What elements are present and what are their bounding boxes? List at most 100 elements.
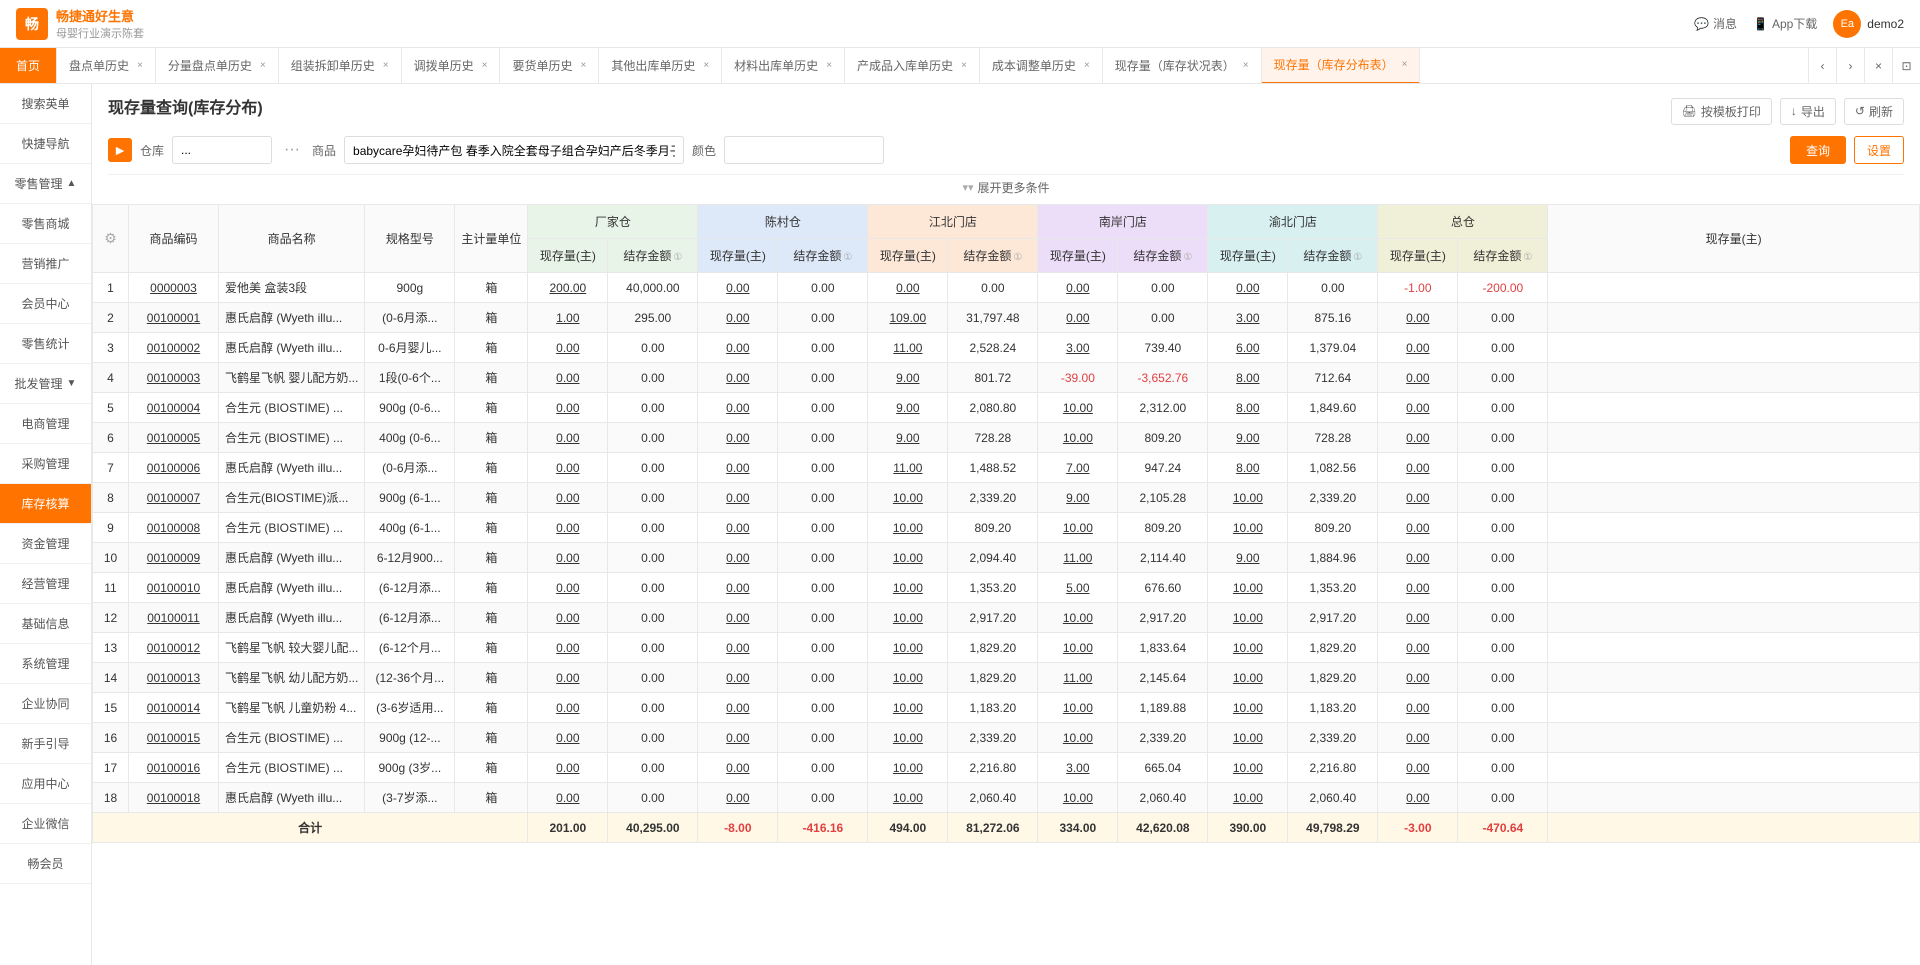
close-icon[interactable]: × (1243, 60, 1249, 71)
tab-score-count[interactable]: 分量盘点单历史 × (156, 48, 279, 84)
tab-cost-adjust[interactable]: 成本调整单历史 × (980, 48, 1103, 84)
close-icon[interactable]: × (826, 60, 832, 71)
sidebar-item-retail-mall[interactable]: 零售商城 (0, 204, 91, 244)
cell-nanan-amt: 0.00 (1118, 303, 1208, 333)
print-btn[interactable]: 🖨 按模板打印 (1671, 98, 1772, 125)
th-code: 商品编码 (129, 205, 219, 273)
cell-spec: 900g (12-... (365, 723, 455, 753)
tab-home[interactable]: 首页 (0, 48, 57, 84)
user-area[interactable]: Ea demo2 (1833, 10, 1904, 38)
tab-demand[interactable]: 要货单历史 × (500, 48, 599, 84)
query-btn[interactable]: 查询 (1790, 136, 1846, 164)
cell-factory-qty: 0.00 (528, 333, 608, 363)
goods-input[interactable] (344, 136, 684, 164)
sidebar-item-app-center[interactable]: 应用中心 (0, 764, 91, 804)
close-icon[interactable]: × (383, 60, 389, 71)
sidebar-item-marketing[interactable]: 营销推广 (0, 244, 91, 284)
sidebar-item-new-guide[interactable]: 新手引导 (0, 724, 91, 764)
tab-stock-dist[interactable]: 现存量（库存分布表） × (1262, 48, 1421, 84)
info-icon: ① (1013, 252, 1022, 263)
cell-factory-qty: 0.00 (528, 543, 608, 573)
expand-label: 展开更多条件 (978, 179, 1050, 196)
sidebar-item-corp-wechat[interactable]: 企业微信 (0, 804, 91, 844)
close-icon[interactable]: × (961, 60, 967, 71)
sidebar-item-ops[interactable]: 经营管理 (0, 564, 91, 604)
summary-chenjia-qty: -8.00 (698, 813, 778, 843)
settings-btn[interactable]: 设置 (1854, 136, 1904, 164)
cell-yubeimen-qty: 10.00 (1208, 483, 1288, 513)
cell-yubeimen-amt: 875.16 (1288, 303, 1378, 333)
cell-nanan-amt: 2,339.20 (1118, 723, 1208, 753)
cell-jiangbei-amt: 2,216.80 (948, 753, 1038, 783)
sidebar-item-sys[interactable]: 系统管理 (0, 644, 91, 684)
sidebar-item-basic[interactable]: 基础信息 (0, 604, 91, 644)
th-group-nanan: 南岸门店 (1038, 205, 1208, 239)
cell-extra-qty (1548, 513, 1920, 543)
cell-chenjia-qty: 0.00 (698, 693, 778, 723)
tab-other-out[interactable]: 其他出库单历史 × (599, 48, 722, 84)
settings-gear-icon[interactable]: ⚙ (104, 230, 117, 246)
refresh-btn[interactable]: ↺ 刷新 (1844, 98, 1904, 125)
cell-nanan-amt: 2,145.64 (1118, 663, 1208, 693)
warehouse-input[interactable] (172, 136, 272, 164)
expand-conditions[interactable]: ▾▾ 展开更多条件 (108, 174, 1904, 204)
cell-total-qty: 0.00 (1378, 333, 1458, 363)
close-icon[interactable]: × (137, 60, 143, 71)
tab-next-btn[interactable]: › (1836, 48, 1864, 84)
color-input[interactable] (724, 136, 884, 164)
tab-stock-status[interactable]: 现存量（库存状况表） × (1103, 48, 1262, 84)
tab-count-single[interactable]: 盘点单历史 × (57, 48, 156, 84)
cell-chenjia-qty: 0.00 (698, 393, 778, 423)
sidebar-item-search[interactable]: 搜索英单 (0, 84, 91, 124)
tab-close-btn[interactable]: × (1864, 48, 1892, 84)
tab-prev-btn[interactable]: ‹ (1808, 48, 1836, 84)
sidebar-item-fund[interactable]: 资金管理 (0, 524, 91, 564)
sidebar-item-wholesale[interactable]: 批发管理 ▼ (0, 364, 91, 404)
sidebar-item-member[interactable]: 会员中心 (0, 284, 91, 324)
cell-factory-amt: 0.00 (608, 693, 698, 723)
cell-code: 00100018 (129, 783, 219, 813)
cell-unit: 箱 (455, 303, 528, 333)
cell-nanan-qty: 10.00 (1038, 693, 1118, 723)
page-title: 现存量查询(库存分布) (108, 94, 263, 118)
tab-transfer[interactable]: 调拨单历史 × (402, 48, 501, 84)
cell-extra-qty (1548, 363, 1920, 393)
app-download-btn[interactable]: 📱 App下载 (1753, 15, 1817, 32)
close-icon[interactable]: × (580, 60, 586, 71)
close-icon[interactable]: × (1084, 60, 1090, 71)
warehouse-label: 仓库 (140, 142, 164, 159)
close-icon[interactable]: × (482, 60, 488, 71)
cell-yubeimen-amt: 712.64 (1288, 363, 1378, 393)
cell-nanan-amt: 1,833.64 (1118, 633, 1208, 663)
sidebar-item-stock-check[interactable]: 库存核算 (0, 484, 91, 524)
close-icon[interactable]: × (260, 60, 266, 71)
cell-total-amt: 0.00 (1458, 303, 1548, 333)
filter-toggle-btn[interactable]: ► (108, 138, 132, 162)
cell-chenjia-qty: 0.00 (698, 333, 778, 363)
export-btn[interactable]: ↓ 导出 (1780, 98, 1836, 125)
sidebar-item-vip[interactable]: 畅会员 (0, 844, 91, 884)
cell-nanan-amt: 809.20 (1118, 513, 1208, 543)
tab-expand-btn[interactable]: ⊡ (1892, 48, 1920, 84)
table-row: 15 00100014 飞鹤星飞帆 儿童奶粉 4... (3-6岁适用... 箱… (93, 693, 1920, 723)
tab-product-in[interactable]: 产成品入库单历史 × (845, 48, 980, 84)
sidebar-item-retail-mgmt[interactable]: 零售管理 ▲ (0, 164, 91, 204)
cell-seq: 10 (93, 543, 129, 573)
close-icon[interactable]: × (1402, 59, 1408, 70)
cell-total-amt: 0.00 (1458, 603, 1548, 633)
tab-material-out[interactable]: 材料出库单历史 × (722, 48, 845, 84)
sidebar-item-purchase[interactable]: 采购管理 (0, 444, 91, 484)
messages-btn[interactable]: 💬 消息 (1694, 15, 1737, 32)
sidebar-item-corp-collab[interactable]: 企业协同 (0, 684, 91, 724)
cell-seq: 13 (93, 633, 129, 663)
tab-group-dismantle[interactable]: 组装拆卸单历史 × (279, 48, 402, 84)
cell-chenjia-qty: 0.00 (698, 663, 778, 693)
sidebar-item-retail-stats[interactable]: 零售统计 (0, 324, 91, 364)
cell-yubeimen-qty: 9.00 (1208, 543, 1288, 573)
cell-code: 00100003 (129, 363, 219, 393)
close-icon[interactable]: × (703, 60, 709, 71)
sidebar-item-quick-nav[interactable]: 快捷导航 (0, 124, 91, 164)
info-icon: ① (843, 252, 852, 263)
sidebar-item-ecom[interactable]: 电商管理 (0, 404, 91, 444)
cell-unit: 箱 (455, 633, 528, 663)
